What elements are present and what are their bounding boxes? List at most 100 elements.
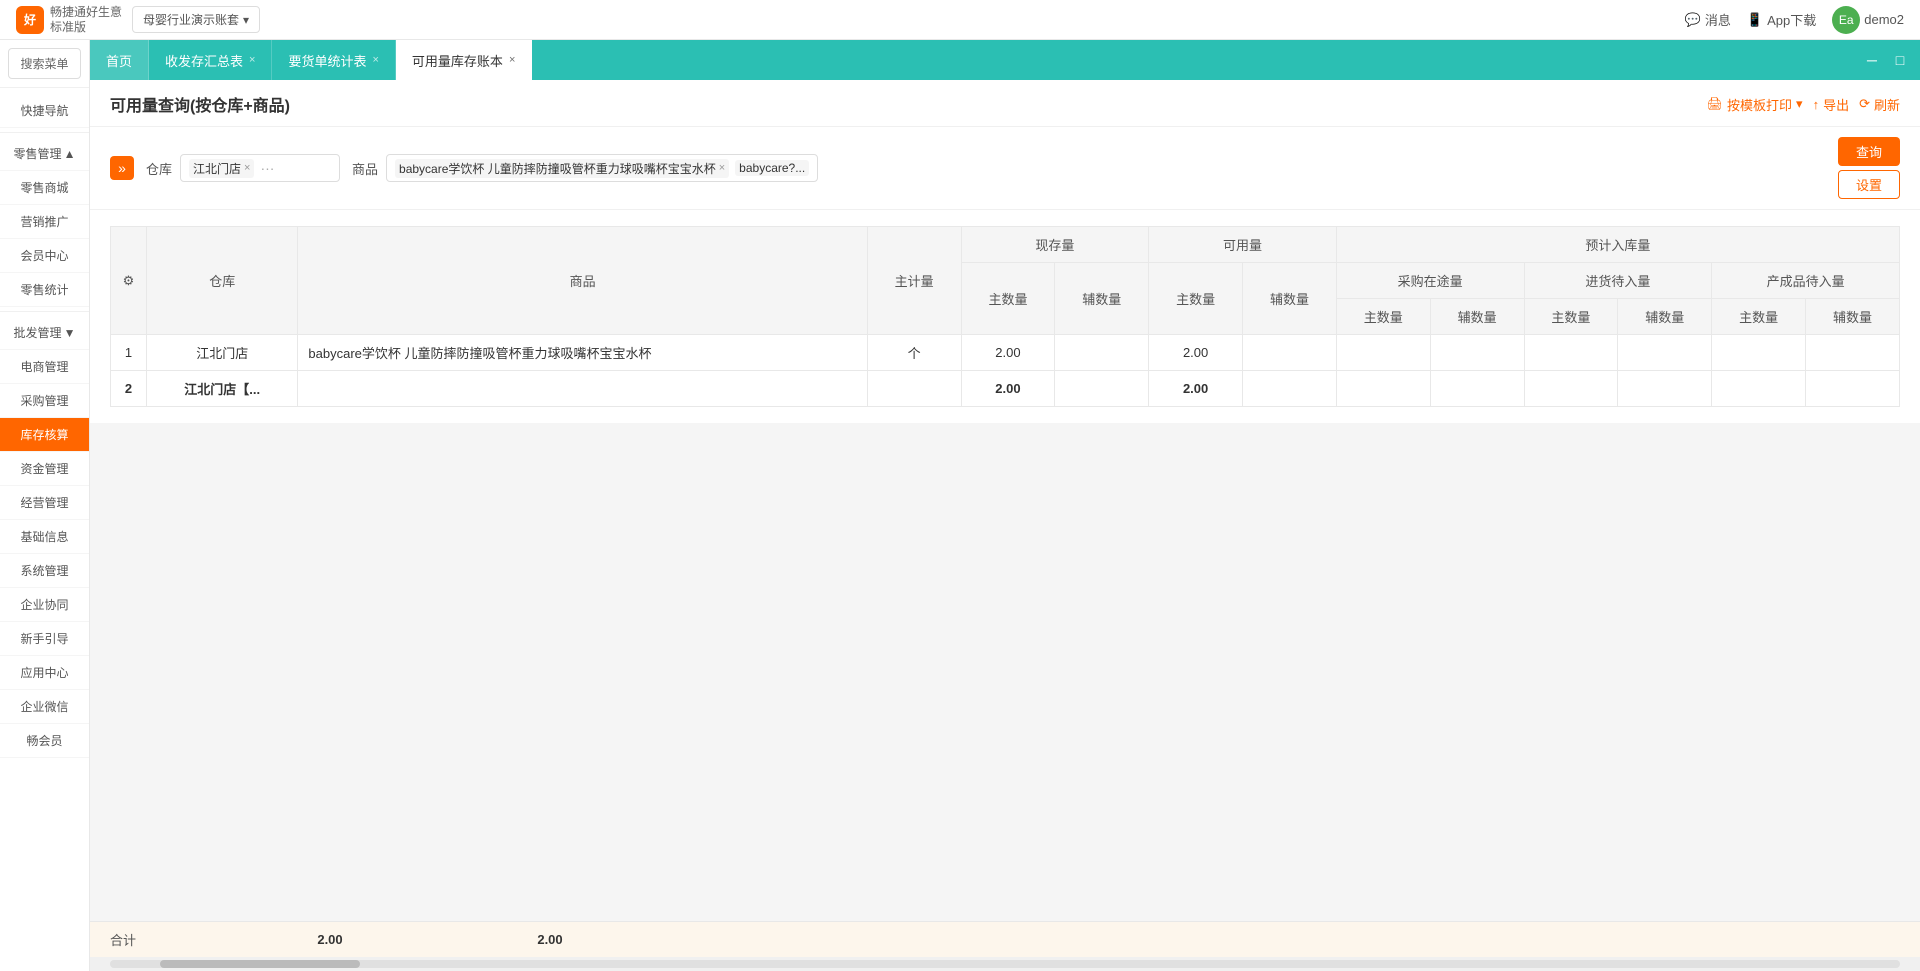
- purchase-main-qty-header: 主数量: [1336, 299, 1430, 335]
- row-1-avail-main: 2.00: [1149, 335, 1243, 371]
- settings-column-header[interactable]: ⚙: [111, 227, 147, 335]
- sidebar-item-enterprise-wechat[interactable]: 企业微信: [0, 690, 89, 724]
- sidebar-divider-2: [0, 311, 89, 312]
- tab-close-icon-1[interactable]: ×: [249, 54, 255, 66]
- row-1-unit: 个: [867, 335, 961, 371]
- inbound-pending-header: 进货待入量: [1524, 263, 1712, 299]
- row-2-product: [298, 371, 867, 407]
- tab-close-icon-2[interactable]: ×: [372, 54, 378, 66]
- row-2-index: 2: [111, 371, 147, 407]
- export-button[interactable]: ↑ 导出: [1813, 95, 1850, 114]
- sidebar-item-member-center[interactable]: 会员中心: [0, 239, 89, 273]
- page-header: 可用量查询(按仓库+商品) 🖨 按模板打印 ▾ ↑ 导出 ⟳: [90, 80, 1920, 127]
- row-2-pur-main: [1336, 371, 1430, 407]
- product-tag-close-1[interactable]: ×: [719, 162, 725, 174]
- product-input[interactable]: babycare学饮杯 儿童防摔防撞吸管杯重力球吸嘴杯宝宝水杯 × babyca…: [386, 154, 818, 182]
- tab-available-inventory[interactable]: 可用量库存账本 ×: [396, 40, 532, 80]
- sidebar-item-marketing[interactable]: 营销推广: [0, 205, 89, 239]
- sidebar-item-finance[interactable]: 资金管理: [0, 452, 89, 486]
- template-print-button[interactable]: 🖨 按模板打印 ▾: [1707, 95, 1803, 114]
- row-1-index: 1: [111, 335, 147, 371]
- data-table: ⚙ 仓库 商品 主计量 现存量 可用量 预计入库量 主数量 辅数量: [110, 226, 1900, 407]
- sidebar-divider: [0, 132, 89, 133]
- product-column-header: 商品: [298, 227, 867, 335]
- row-2-prod-main: [1712, 371, 1806, 407]
- stock-main-qty-header: 主数量: [961, 263, 1055, 335]
- query-button[interactable]: 查询: [1838, 137, 1900, 166]
- sidebar-item-operations[interactable]: 经营管理: [0, 486, 89, 520]
- page-content: 可用量查询(按仓库+商品) 🖨 按模板打印 ▾ ↑ 导出 ⟳: [90, 80, 1920, 921]
- warehouse-column-header: 仓库: [147, 227, 298, 335]
- sidebar-item-retail-management[interactable]: 零售管理 ▲: [0, 137, 89, 171]
- row-2-stock-main: 2.00: [961, 371, 1055, 407]
- message-icon: 💬: [1685, 12, 1701, 28]
- app-download-action[interactable]: 📱 App下载: [1747, 10, 1816, 29]
- footer-total-label: 合计: [110, 930, 270, 949]
- row-2-pur-aux: [1430, 371, 1524, 407]
- sidebar-item-purchase[interactable]: 采购管理: [0, 384, 89, 418]
- logo-text: 畅捷通好生意 标准版: [50, 5, 122, 34]
- content-area: 首页 收发存汇总表 × 要货单统计表 × 可用量库存账本 × ─ □: [90, 40, 1920, 971]
- sidebar-item-member[interactable]: 畅会员: [0, 724, 89, 758]
- row-2-warehouse: 江北门店【...: [147, 371, 298, 407]
- sidebar-search-area: 搜索菜单: [0, 40, 89, 88]
- industry-selector[interactable]: 母婴行业演示账套 ▾: [132, 6, 260, 33]
- product-label: 商品: [352, 159, 378, 178]
- purchase-transit-header: 采购在途量: [1336, 263, 1524, 299]
- tab-order-stats[interactable]: 要货单统计表 ×: [272, 40, 395, 80]
- window-minimize-button[interactable]: ─: [1860, 48, 1884, 72]
- sidebar-item-retail-stats[interactable]: 零售统计: [0, 273, 89, 307]
- production-pending-header: 产成品待入量: [1712, 263, 1900, 299]
- dropdown-arrow-icon: ▾: [243, 13, 249, 27]
- table-row: 2 江北门店【... 2.00 2.00: [111, 371, 1900, 407]
- refresh-icon: ⟳: [1859, 96, 1870, 112]
- row-2-avail-aux: [1243, 371, 1337, 407]
- top-bar-left: 好 畅捷通好生意 标准版 母婴行业演示账套 ▾: [16, 5, 260, 34]
- warehouse-filter-group: 仓库 江北门店 × ···: [146, 154, 340, 182]
- avail-aux-qty-header: 辅数量: [1243, 263, 1337, 335]
- expand-filter-button[interactable]: »: [110, 156, 134, 180]
- warehouse-ellipsis[interactable]: ···: [260, 160, 274, 176]
- row-2-prod-aux: [1806, 371, 1900, 407]
- sidebar: 搜索菜单 快捷导航 零售管理 ▲ 零售商城 营销推广 会员中心 零售统计 批发管…: [0, 40, 90, 971]
- warehouse-input[interactable]: 江北门店 × ···: [180, 154, 340, 182]
- scroll-track[interactable]: [110, 960, 1900, 968]
- sidebar-item-quick-nav[interactable]: 快捷导航: [0, 94, 89, 128]
- page-inner: 可用量查询(按仓库+商品) 🖨 按模板打印 ▾ ↑ 导出 ⟳: [90, 80, 1920, 423]
- main-unit-column-header: 主计量: [867, 227, 961, 335]
- sidebar-item-guide[interactable]: 新手引导: [0, 622, 89, 656]
- warehouse-label: 仓库: [146, 159, 172, 178]
- arrow-icon: ▲: [64, 147, 76, 161]
- row-1-inb-aux: [1618, 335, 1712, 371]
- row-2-inb-aux: [1618, 371, 1712, 407]
- tab-close-icon-3[interactable]: ×: [509, 54, 515, 66]
- table-row: 1 江北门店 babycare学饮杯 儿童防摔防撞吸管杯重力球吸嘴杯宝宝水杯 个…: [111, 335, 1900, 371]
- setting-button[interactable]: 设置: [1838, 170, 1900, 199]
- sidebar-item-inventory[interactable]: 库存核算: [0, 418, 89, 452]
- sidebar-item-retail-mall[interactable]: 零售商城: [0, 171, 89, 205]
- scroll-thumb[interactable]: [160, 960, 360, 968]
- sidebar-item-app-center[interactable]: 应用中心: [0, 656, 89, 690]
- row-1-inb-main: [1524, 335, 1618, 371]
- logo-icon: 好: [16, 6, 44, 34]
- filter-actions: 查询 设置: [1838, 137, 1900, 199]
- refresh-button[interactable]: ⟳ 刷新: [1859, 95, 1900, 114]
- sidebar-item-system[interactable]: 系统管理: [0, 554, 89, 588]
- tab-receive-send-summary[interactable]: 收发存汇总表 ×: [149, 40, 272, 80]
- stock-aux-qty-header: 辅数量: [1055, 263, 1149, 335]
- sidebar-item-ecommerce[interactable]: 电商管理: [0, 350, 89, 384]
- user-profile[interactable]: Ea demo2: [1832, 6, 1904, 34]
- tab-bar-right: ─ □: [1860, 48, 1920, 72]
- sidebar-item-wholesale-management[interactable]: 批发管理 ▼: [0, 316, 89, 350]
- sidebar-item-enterprise-collab[interactable]: 企业协同: [0, 588, 89, 622]
- sidebar-item-basic-info[interactable]: 基础信息: [0, 520, 89, 554]
- window-maximize-button[interactable]: □: [1888, 48, 1912, 72]
- inbound-main-qty-header: 主数量: [1524, 299, 1618, 335]
- tab-home[interactable]: 首页: [90, 40, 149, 80]
- sidebar-search-button[interactable]: 搜索菜单: [8, 48, 81, 79]
- warehouse-tag-close[interactable]: ×: [244, 162, 250, 174]
- row-2-stock-aux: [1055, 371, 1149, 407]
- footer-avail-main-total: 2.00: [490, 932, 610, 947]
- export-icon: ↑: [1813, 97, 1820, 112]
- message-action[interactable]: 💬 消息: [1685, 10, 1731, 29]
